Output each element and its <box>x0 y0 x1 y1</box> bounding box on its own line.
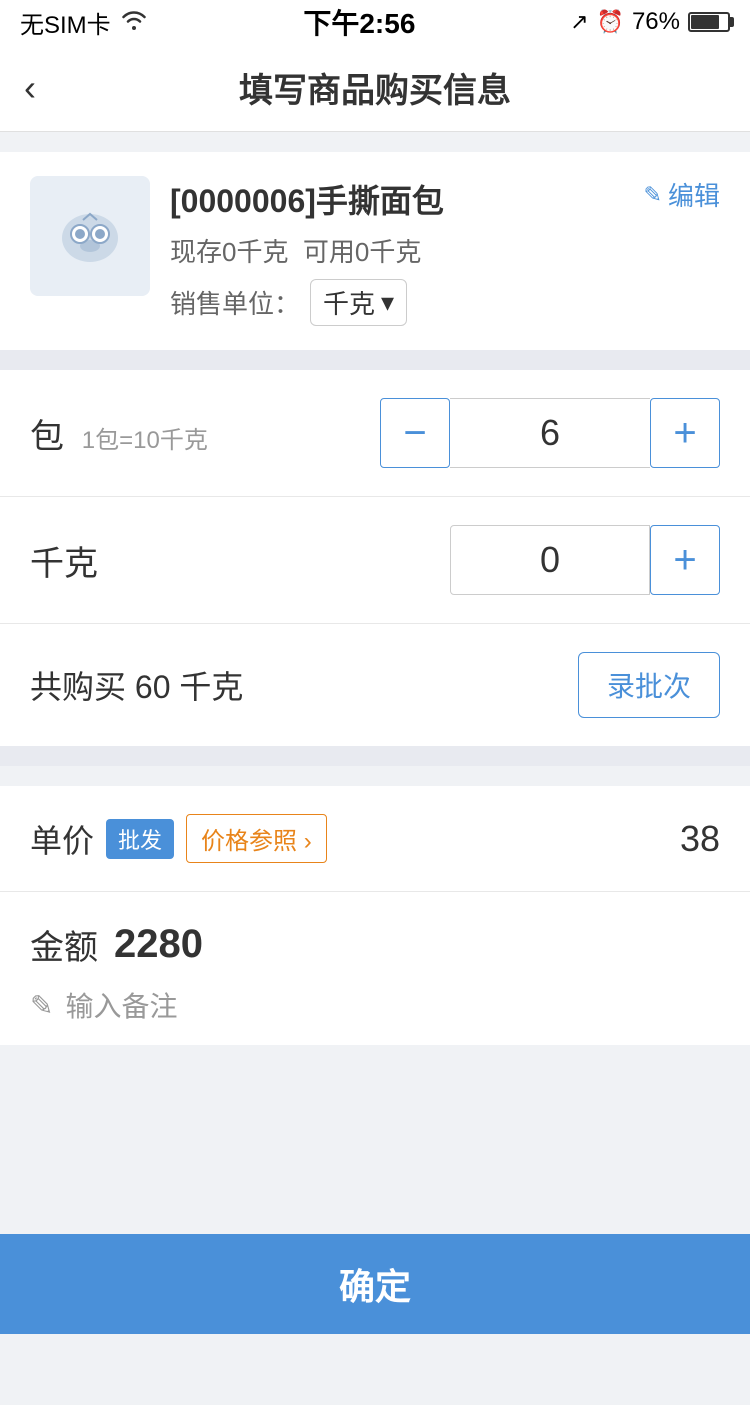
section-divider-2 <box>0 746 750 766</box>
carrier-text: 无SIM卡 <box>20 5 111 40</box>
time-display: 下午2:56 <box>303 2 415 42</box>
bao-quantity-input[interactable] <box>450 398 650 468</box>
page-title: 填写商品购买信息 <box>239 63 511 112</box>
batch-button[interactable]: 录批次 <box>578 652 720 718</box>
kg-input-row: 千克 + <box>0 497 750 624</box>
amount-row: 金额 2280 <box>30 920 720 969</box>
summary-text: 共购买 60 千克 <box>30 662 243 708</box>
price-reference-button[interactable]: 价格参照 › <box>186 814 327 863</box>
price-value: 38 <box>680 818 720 860</box>
product-card: [0000006]手撕面包 现存0千克 可用0千克 销售单位： 千克 ▾ ✎ 编… <box>0 152 750 350</box>
kg-label: 千克 <box>30 536 450 585</box>
amount-value: 2280 <box>114 922 203 967</box>
alarm-icon: ⏰ <box>597 9 624 35</box>
kg-controls: + <box>450 525 720 595</box>
price-section: 单价 批发 价格参照 › 38 <box>0 786 750 891</box>
kg-quantity-input[interactable] <box>450 525 650 595</box>
pencil-icon: ✎ <box>30 989 53 1022</box>
status-bar: 无SIM卡 下午2:56 ↗ ⏰ 76% <box>0 0 750 44</box>
section-divider-1 <box>0 350 750 370</box>
bottom-content-area <box>0 1045 750 1405</box>
price-left: 单价 批发 价格参照 › <box>30 814 327 863</box>
status-right: ↗ ⏰ 76% <box>570 8 730 36</box>
product-thumbnail <box>30 176 150 296</box>
product-unit-row: 销售单位： 千克 ▾ <box>170 279 720 326</box>
input-section: 包 1包=10千克 − + 千克 + <box>0 370 750 624</box>
kg-increment-button[interactable]: + <box>650 525 720 595</box>
bao-input-row: 包 1包=10千克 − + <box>0 370 750 497</box>
bao-label: 包 1包=10千克 <box>30 409 380 458</box>
battery-percent: 76% <box>632 8 680 36</box>
confirm-button[interactable]: 确定 <box>0 1234 750 1334</box>
battery-icon <box>688 12 730 32</box>
amount-section: 金额 2280 ✎ 输入备注 <box>0 891 750 1045</box>
product-name: [0000006]手撕面包 <box>170 176 720 222</box>
status-left: 无SIM卡 <box>20 5 149 40</box>
bao-controls: − + <box>380 398 720 468</box>
remark-row[interactable]: ✎ 输入备注 <box>30 985 720 1025</box>
back-button[interactable]: ‹ <box>24 67 36 109</box>
unit-select[interactable]: 千克 ▾ <box>310 279 407 326</box>
remark-placeholder: 输入备注 <box>65 985 177 1025</box>
location-icon: ↗ <box>570 9 588 35</box>
nav-bar: ‹ 填写商品购买信息 <box>0 44 750 132</box>
summary-row: 共购买 60 千克 录批次 <box>0 624 750 746</box>
amount-label: 金额 <box>30 920 98 969</box>
wifi-signal-icon <box>119 8 149 37</box>
edit-button[interactable]: ✎ 编辑 <box>644 176 720 213</box>
bao-decrement-button[interactable]: − <box>380 398 450 468</box>
product-info: [0000006]手撕面包 现存0千克 可用0千克 销售单位： 千克 ▾ <box>170 176 720 326</box>
product-stock: 现存0千克 可用0千克 <box>170 232 720 269</box>
price-tag: 批发 <box>106 819 174 859</box>
price-label: 单价 <box>30 816 94 862</box>
bao-increment-button[interactable]: + <box>650 398 720 468</box>
